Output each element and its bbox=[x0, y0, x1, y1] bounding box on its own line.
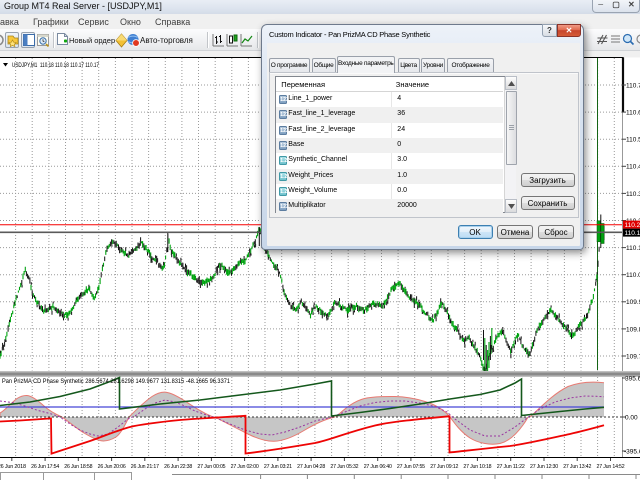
svg-text:27 Jun 10:18: 27 Jun 10:18 bbox=[463, 464, 491, 470]
svg-text:110.65: 110.65 bbox=[626, 110, 640, 117]
svg-text:110.55: 110.55 bbox=[626, 137, 640, 144]
svg-text:27 Jun 02:00: 27 Jun 02:00 bbox=[231, 464, 259, 470]
svg-text:110.75: 110.75 bbox=[626, 82, 640, 89]
svg-text:110.15: 110.15 bbox=[626, 245, 640, 252]
svg-text:110.05: 110.05 bbox=[626, 272, 640, 279]
svg-text:-395.68: -395.68 bbox=[624, 449, 640, 456]
svg-text:110.45: 110.45 bbox=[626, 164, 640, 171]
svg-text:27 Jun 09:12: 27 Jun 09:12 bbox=[430, 464, 458, 470]
svg-text:109.85: 109.85 bbox=[626, 326, 640, 333]
svg-text:27 Jun 13:42: 27 Jun 13:42 bbox=[563, 464, 591, 470]
svg-text:USDJPY,M1 110.18 110.18 110.1: USDJPY,M1 110.18 110.18 110.17 110.17 bbox=[12, 62, 99, 69]
svg-text:110.35: 110.35 bbox=[626, 191, 640, 198]
svg-text:110.20: 110.20 bbox=[625, 222, 640, 229]
svg-text:26 Jun 22:38: 26 Jun 22:38 bbox=[164, 464, 192, 470]
svg-text:26 Jun 20:06: 26 Jun 20:06 bbox=[98, 464, 126, 470]
svg-text:0.00: 0.00 bbox=[625, 415, 638, 422]
svg-text:27 Jun 04:28: 27 Jun 04:28 bbox=[297, 464, 325, 470]
svg-text:26 Jun 21:17: 26 Jun 21:17 bbox=[131, 464, 159, 470]
svg-text:27 Jun 07:55: 27 Jun 07:55 bbox=[397, 464, 425, 470]
svg-text:109.75: 109.75 bbox=[626, 353, 640, 360]
svg-text:110.17: 110.17 bbox=[625, 230, 640, 237]
svg-text:27 Jun 03:21: 27 Jun 03:21 bbox=[264, 464, 292, 470]
svg-text:27 Jun 00:05: 27 Jun 00:05 bbox=[197, 464, 225, 470]
svg-text:27 Jun 12:30: 27 Jun 12:30 bbox=[530, 464, 558, 470]
svg-text:26 Jun 18:58: 26 Jun 18:58 bbox=[64, 464, 92, 470]
svg-text:26 Jun 17:54: 26 Jun 17:54 bbox=[31, 464, 59, 470]
svg-text:27 Jun 11:22: 27 Jun 11:22 bbox=[497, 464, 525, 470]
svg-text:27 Jun 05:32: 27 Jun 05:32 bbox=[330, 464, 358, 470]
svg-text:109.95: 109.95 bbox=[626, 299, 640, 306]
svg-text:27 Jun 14:52: 27 Jun 14:52 bbox=[597, 464, 625, 470]
svg-text:395.68: 395.68 bbox=[625, 376, 640, 383]
svg-text:27 Jun 06:40: 27 Jun 06:40 bbox=[364, 464, 392, 470]
svg-text:26 Jun 2018: 26 Jun 2018 bbox=[0, 464, 26, 470]
svg-text:Pan PrizMA CD Phase Synthetic: Pan PrizMA CD Phase Synthetic 286.5674 2… bbox=[2, 378, 230, 385]
